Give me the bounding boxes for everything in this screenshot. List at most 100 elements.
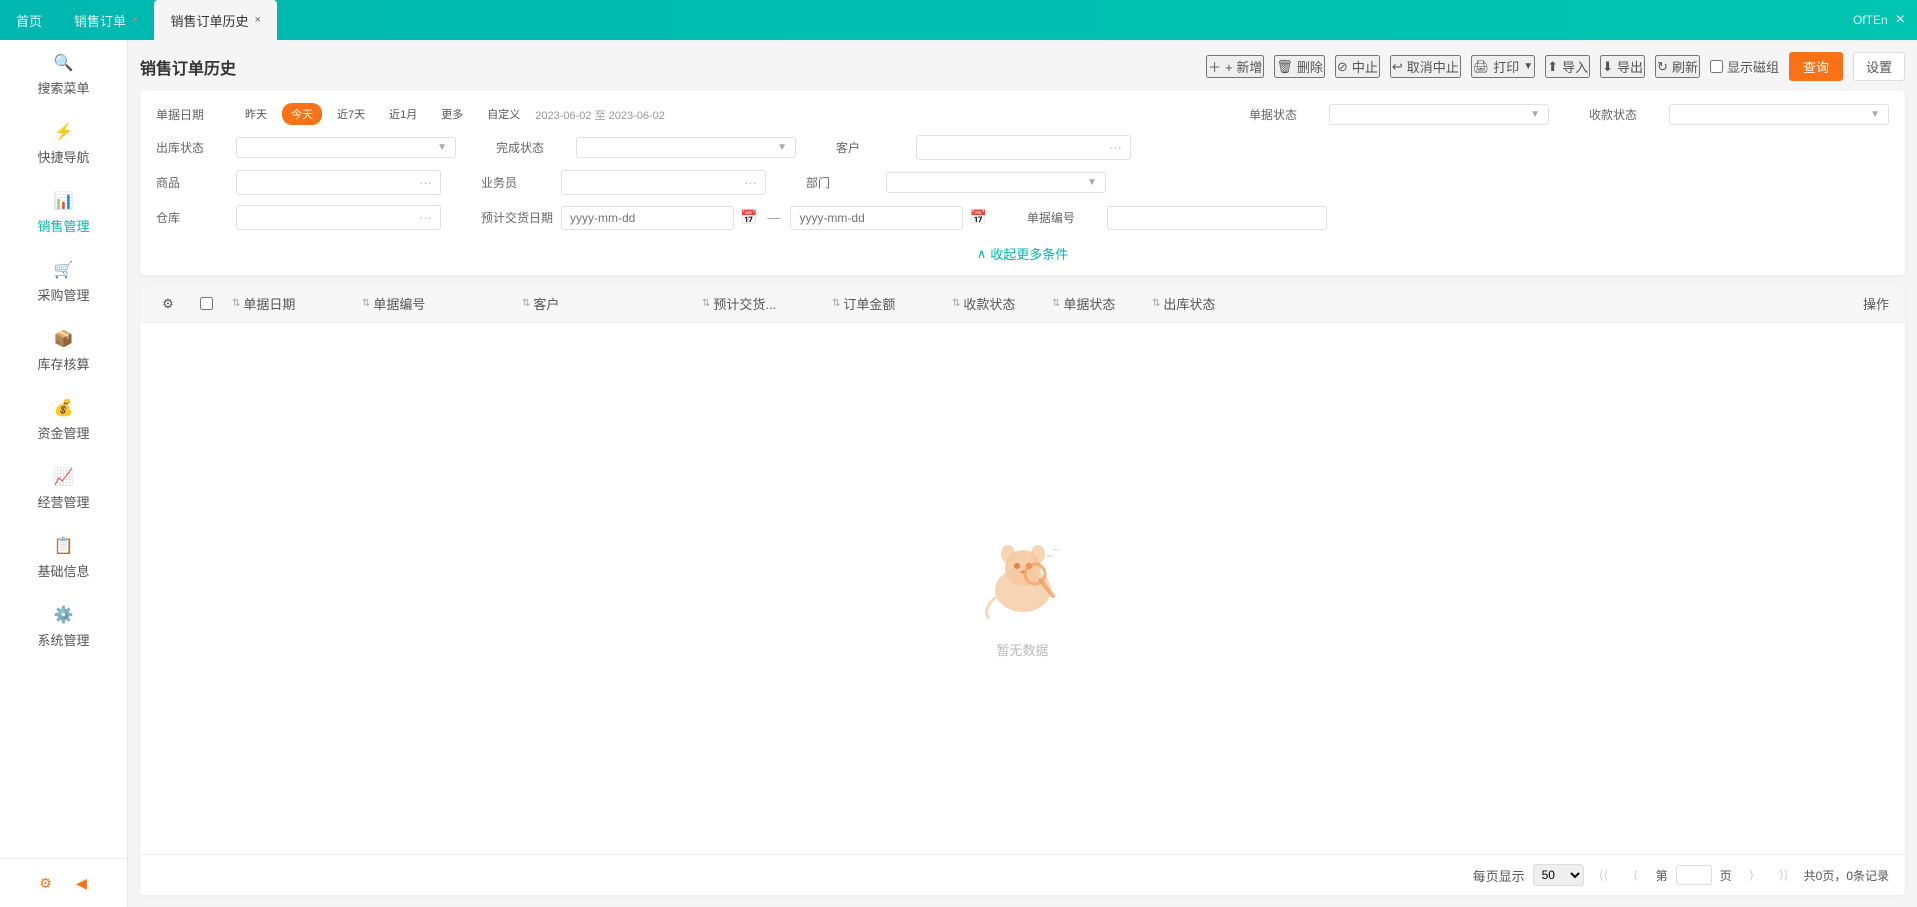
bottom-collapse-icon[interactable]: ◀ (70, 871, 94, 895)
tab-home[interactable]: 首页 (0, 0, 58, 40)
salesperson-input[interactable] (570, 176, 740, 190)
cancel-stop-button[interactable]: ↩ 取消中止 (1390, 55, 1461, 78)
stop-button[interactable]: ⊘ 中止 (1335, 55, 1380, 78)
first-page-btn[interactable]: ⟨⟨ (1592, 863, 1616, 887)
salesperson-input-wrap[interactable]: ··· (561, 170, 766, 195)
delivery-start-input[interactable] (561, 206, 734, 230)
finance-icon: 💰 (53, 397, 75, 419)
payment-status-label: 收款状态 (1589, 106, 1669, 123)
date-last7-btn[interactable]: 近7天 (328, 103, 374, 125)
tab-sales-order[interactable]: 销售订单 × (58, 0, 154, 40)
delivery-end-calendar-icon[interactable]: 📅 (969, 209, 986, 226)
warehouse-input-wrap[interactable]: ··· (236, 205, 441, 230)
delete-button[interactable]: 🗑 删除 (1274, 55, 1325, 78)
page-label-prefix: 第 (1656, 867, 1668, 884)
sidebar-item-inventory[interactable]: 📦 库存核算 (0, 316, 127, 385)
sidebar-item-sales[interactable]: 📊 销售管理 (0, 178, 127, 247)
sidebar-item-sales-label: 销售管理 (37, 216, 89, 235)
date-today-btn[interactable]: 今天 (282, 103, 322, 125)
table-col-no: ⇅ 单据编号 (354, 294, 514, 313)
customer-input-wrap[interactable]: ··· (916, 135, 1131, 160)
display-columns-checkbox[interactable] (1710, 60, 1723, 73)
sidebar-item-system[interactable]: ⚙️ 系统管理 (0, 592, 127, 661)
top-bar-close[interactable]: × (1896, 11, 1905, 29)
product-input[interactable] (245, 176, 415, 190)
collapse-bar[interactable]: ∧ 收起更多条件 (156, 240, 1889, 263)
display-columns-toggle[interactable]: 显示磁组 (1710, 57, 1779, 76)
customer-input[interactable] (925, 141, 1105, 155)
table-col-checkbox[interactable] (188, 297, 224, 310)
sort-order-status-icon[interactable]: ⇅ (1052, 298, 1060, 309)
sidebar-item-operations[interactable]: 📈 经营管理 (0, 454, 127, 523)
warehouse-input[interactable] (245, 211, 415, 225)
prev-page-btn[interactable]: ⟨ (1624, 863, 1648, 887)
date-custom-btn[interactable]: 自定义 (478, 103, 529, 125)
out-status-select[interactable]: ▼ (236, 137, 456, 158)
table-col-delivery: ⇅ 预计交货... (694, 294, 824, 313)
add-button[interactable]: ＋ + 新增 (1206, 55, 1264, 78)
out-status-label: 出库状态 (156, 139, 236, 156)
bottom-gear-icon[interactable]: ⚙ (34, 871, 58, 895)
toolbar: ＋ + 新增 🗑 删除 ⊘ 中止 ↩ 取消中止 🖨 打印 (1206, 52, 1905, 81)
salesperson-dots-icon[interactable]: ··· (744, 175, 757, 190)
product-dots-icon[interactable]: ··· (419, 175, 432, 190)
sidebar: 🔍 搜索菜单 ⚡ 快捷导航 📊 销售管理 🛒 采购管理 📦 库存核算 💰 资金管… (0, 40, 128, 907)
sidebar-item-quick-nav[interactable]: ⚡ 快捷导航 (0, 109, 127, 178)
complete-status-select[interactable]: ▼ (576, 137, 796, 158)
order-status-select[interactable]: ▼ (1329, 104, 1549, 125)
sort-no-icon[interactable]: ⇅ (362, 298, 370, 309)
sort-delivery-icon[interactable]: ⇅ (702, 298, 710, 309)
date-yesterday-btn[interactable]: 昨天 (236, 103, 276, 125)
tab-sales-order-history-close[interactable]: × (254, 14, 260, 26)
sort-pay-status-icon[interactable]: ⇅ (952, 298, 960, 309)
empty-illustration: ~ ~ (968, 518, 1078, 628)
settings-button[interactable]: 设置 (1853, 52, 1905, 81)
page-title: 销售订单历史 (140, 55, 236, 79)
page-number-input[interactable]: 1 (1676, 865, 1712, 885)
tab-sales-order-history[interactable]: 销售订单历史 × (154, 0, 276, 40)
sidebar-item-purchase[interactable]: 🛒 采购管理 (0, 247, 127, 316)
delivery-date-divider: — (763, 210, 784, 225)
warehouse-dots-icon[interactable]: ··· (419, 210, 432, 225)
order-no-input[interactable] (1107, 206, 1327, 230)
customer-dots-icon[interactable]: ··· (1109, 140, 1122, 155)
info-icon: 📋 (53, 535, 75, 557)
main-layout: 🔍 搜索菜单 ⚡ 快捷导航 📊 销售管理 🛒 采购管理 📦 库存核算 💰 资金管… (0, 40, 1917, 907)
department-select[interactable]: ▼ (886, 172, 1106, 193)
sort-date-icon[interactable]: ⇅ (232, 298, 240, 309)
sidebar-item-inventory-label: 库存核算 (37, 354, 89, 373)
table-col-settings[interactable]: ⚙ (148, 296, 188, 312)
customer-label: 客户 (836, 139, 916, 156)
delivery-start-calendar-icon[interactable]: 📅 (740, 209, 757, 226)
sidebar-item-info[interactable]: 📋 基础信息 (0, 523, 127, 592)
tab-sales-order-close[interactable]: × (132, 14, 138, 26)
sort-customer-icon[interactable]: ⇅ (522, 298, 530, 309)
table-settings-icon[interactable]: ⚙ (162, 296, 174, 312)
sidebar-item-search-menu[interactable]: 🔍 搜索菜单 (0, 40, 127, 109)
sort-out-status-icon[interactable]: ⇅ (1152, 298, 1160, 309)
next-page-btn[interactable]: ⟩ (1740, 863, 1764, 887)
export-icon: ⬇ (1602, 59, 1613, 75)
payment-status-select[interactable]: ▼ (1669, 104, 1889, 125)
print-icon: 🖨 (1473, 59, 1490, 75)
date-more-btn[interactable]: 更多 (432, 103, 472, 125)
collapse-label: 收起更多条件 (990, 244, 1068, 263)
select-all-checkbox[interactable] (200, 297, 213, 310)
print-button[interactable]: 🖨 打印 ▼ (1471, 55, 1535, 78)
last-page-btn[interactable]: ⟩⟩ (1772, 863, 1796, 887)
sidebar-item-search-menu-label: 搜索菜单 (37, 78, 89, 97)
table-col-action: 操作 (1264, 294, 1897, 313)
table-area: ⚙ ⇅ 单据日期 ⇅ 单据编号 ⇅ 客户 ⇅ (140, 285, 1905, 895)
refresh-button[interactable]: ↻ 刷新 (1655, 55, 1700, 78)
export-button[interactable]: ⬇ 导出 (1600, 55, 1645, 78)
query-button[interactable]: 查询 (1789, 52, 1843, 81)
sidebar-item-finance[interactable]: 💰 资金管理 (0, 385, 127, 454)
delivery-end-input[interactable] (790, 206, 963, 230)
payment-status-arrow-icon: ▼ (1870, 109, 1880, 120)
per-page-select[interactable]: 20 50 100 (1533, 864, 1584, 886)
empty-state: ~ ~ 暂无数据 (968, 518, 1078, 659)
date-last1m-btn[interactable]: 近1月 (380, 103, 426, 125)
product-input-wrap[interactable]: ··· (236, 170, 441, 195)
sort-amount-icon[interactable]: ⇅ (832, 298, 840, 309)
import-button[interactable]: ⬆ 导入 (1545, 55, 1590, 78)
